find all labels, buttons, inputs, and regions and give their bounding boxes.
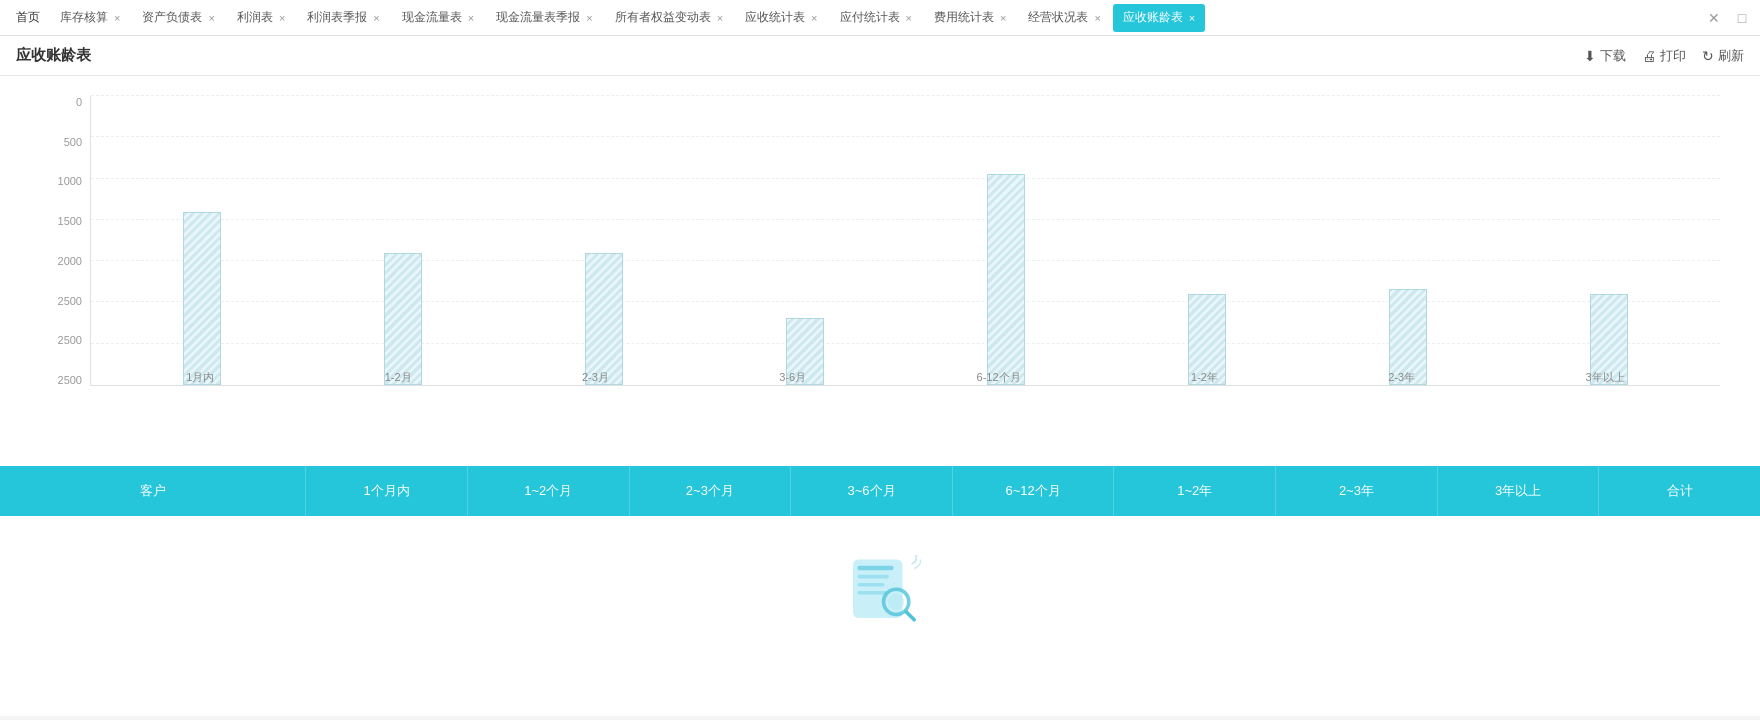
close-icon[interactable]: × <box>906 12 912 24</box>
th-client: 客户 <box>0 466 306 516</box>
chart-body: 1月内 1-2月 2-3月 3-6月 6-12个月 1-2年 2-3年 3年以上 <box>90 96 1720 386</box>
bars-container <box>91 96 1720 385</box>
tab-ar-stat[interactable]: 应收统计表 × <box>735 4 827 32</box>
table-header: 客户1个月内1~2个月2~3个月3~6个月6~12个月1~2年2~3年3年以上合… <box>0 466 1760 516</box>
x-label: 6-12个月 <box>977 370 1021 385</box>
th-total: 合计 <box>1599 466 1760 516</box>
svg-point-6 <box>888 594 904 610</box>
th-y2_3: 2~3年 <box>1276 466 1438 516</box>
close-icon[interactable]: × <box>811 12 817 24</box>
close-icon[interactable]: × <box>1000 12 1006 24</box>
svg-rect-3 <box>858 583 885 587</box>
x-label: 3-6月 <box>779 370 806 385</box>
close-icon[interactable]: × <box>468 12 474 24</box>
x-label: 1月内 <box>186 370 214 385</box>
bar <box>987 174 1025 385</box>
svg-rect-1 <box>858 566 894 571</box>
th-m6_12: 6~12个月 <box>953 466 1115 516</box>
chart-area: 2500 2500 2500 2000 1500 1000 500 0 <box>0 76 1760 466</box>
tab-profit-quarter[interactable]: 利润表季报 × <box>297 4 389 32</box>
th-m1_2: 1~2个月 <box>468 466 630 516</box>
x-label: 3年以上 <box>1586 370 1625 385</box>
x-labels: 1月内 1-2月 2-3月 3-6月 6-12个月 1-2年 2-3年 3年以上 <box>91 370 1720 385</box>
x-label: 2-3月 <box>582 370 609 385</box>
bar-group <box>183 212 221 385</box>
main-content: 2500 2500 2500 2000 1500 1000 500 0 <box>0 76 1760 716</box>
empty-state <box>0 516 1760 656</box>
tab-cashflow-quarter[interactable]: 现金流量表季报 × <box>486 4 602 32</box>
tab-balance[interactable]: 资产负债表 × <box>132 4 224 32</box>
tab-business[interactable]: 经营状况表 × <box>1018 4 1110 32</box>
bar-group <box>384 253 422 385</box>
tab-inventory[interactable]: 库存核算 × <box>50 4 130 32</box>
tab-equity[interactable]: 所有者权益变动表 × <box>605 4 733 32</box>
refresh-icon: ↻ <box>1702 48 1714 64</box>
download-icon: ⬇ <box>1584 48 1596 64</box>
bar-group <box>987 174 1025 385</box>
bar <box>585 253 623 385</box>
close-icon[interactable]: × <box>373 12 379 24</box>
y-axis: 2500 2500 2500 2000 1500 1000 500 0 <box>40 96 90 386</box>
tab-profit[interactable]: 利润表 × <box>227 4 295 32</box>
svg-line-7 <box>906 612 914 620</box>
th-m3_6: 3~6个月 <box>791 466 953 516</box>
x-label: 1-2年 <box>1191 370 1218 385</box>
close-icon[interactable]: × <box>208 12 214 24</box>
tab-bar: 首页 库存核算 × 资产负债表 × 利润表 × 利润表季报 × 现金流量表 × … <box>0 0 1760 36</box>
bar <box>183 212 221 385</box>
th-m2_3: 2~3个月 <box>630 466 792 516</box>
page-header: 应收账龄表 ⬇ 下载 🖨 打印 ↻ 刷新 <box>0 36 1760 76</box>
close-icon[interactable]: × <box>1189 12 1195 24</box>
bar-chart: 2500 2500 2500 2000 1500 1000 500 0 <box>40 96 1720 416</box>
tab-expense-stat[interactable]: 费用统计表 × <box>924 4 1016 32</box>
close-window-button[interactable]: ✕ <box>1704 8 1724 28</box>
th-y3plus: 3年以上 <box>1438 466 1600 516</box>
close-icon[interactable]: × <box>279 12 285 24</box>
tab-ap-stat[interactable]: 应付统计表 × <box>830 4 922 32</box>
x-label: 1-2月 <box>385 370 412 385</box>
th-m1: 1个月内 <box>306 466 468 516</box>
close-icon[interactable]: × <box>1094 12 1100 24</box>
refresh-button[interactable]: ↻ 刷新 <box>1702 47 1744 65</box>
bar <box>384 253 422 385</box>
th-y1_2: 1~2年 <box>1114 466 1276 516</box>
print-button[interactable]: 🖨 打印 <box>1642 47 1686 65</box>
page-title: 应收账龄表 <box>16 46 91 65</box>
print-icon: 🖨 <box>1642 48 1656 64</box>
empty-icon <box>835 546 925 636</box>
x-label: 2-3年 <box>1388 370 1415 385</box>
bar-group <box>585 253 623 385</box>
tab-ar-aging[interactable]: 应收账龄表 × <box>1113 4 1205 32</box>
close-icon[interactable]: × <box>717 12 723 24</box>
tab-home[interactable]: 首页 <box>8 9 48 26</box>
maximize-window-button[interactable]: □ <box>1732 8 1752 28</box>
svg-rect-2 <box>858 575 890 579</box>
close-icon[interactable]: × <box>114 12 120 24</box>
header-actions: ⬇ 下载 🖨 打印 ↻ 刷新 <box>1584 47 1744 65</box>
svg-rect-4 <box>858 591 888 595</box>
window-actions: ✕ □ <box>1704 8 1752 28</box>
download-button[interactable]: ⬇ 下载 <box>1584 47 1626 65</box>
tab-cashflow[interactable]: 现金流量表 × <box>392 4 484 32</box>
close-icon[interactable]: × <box>586 12 592 24</box>
